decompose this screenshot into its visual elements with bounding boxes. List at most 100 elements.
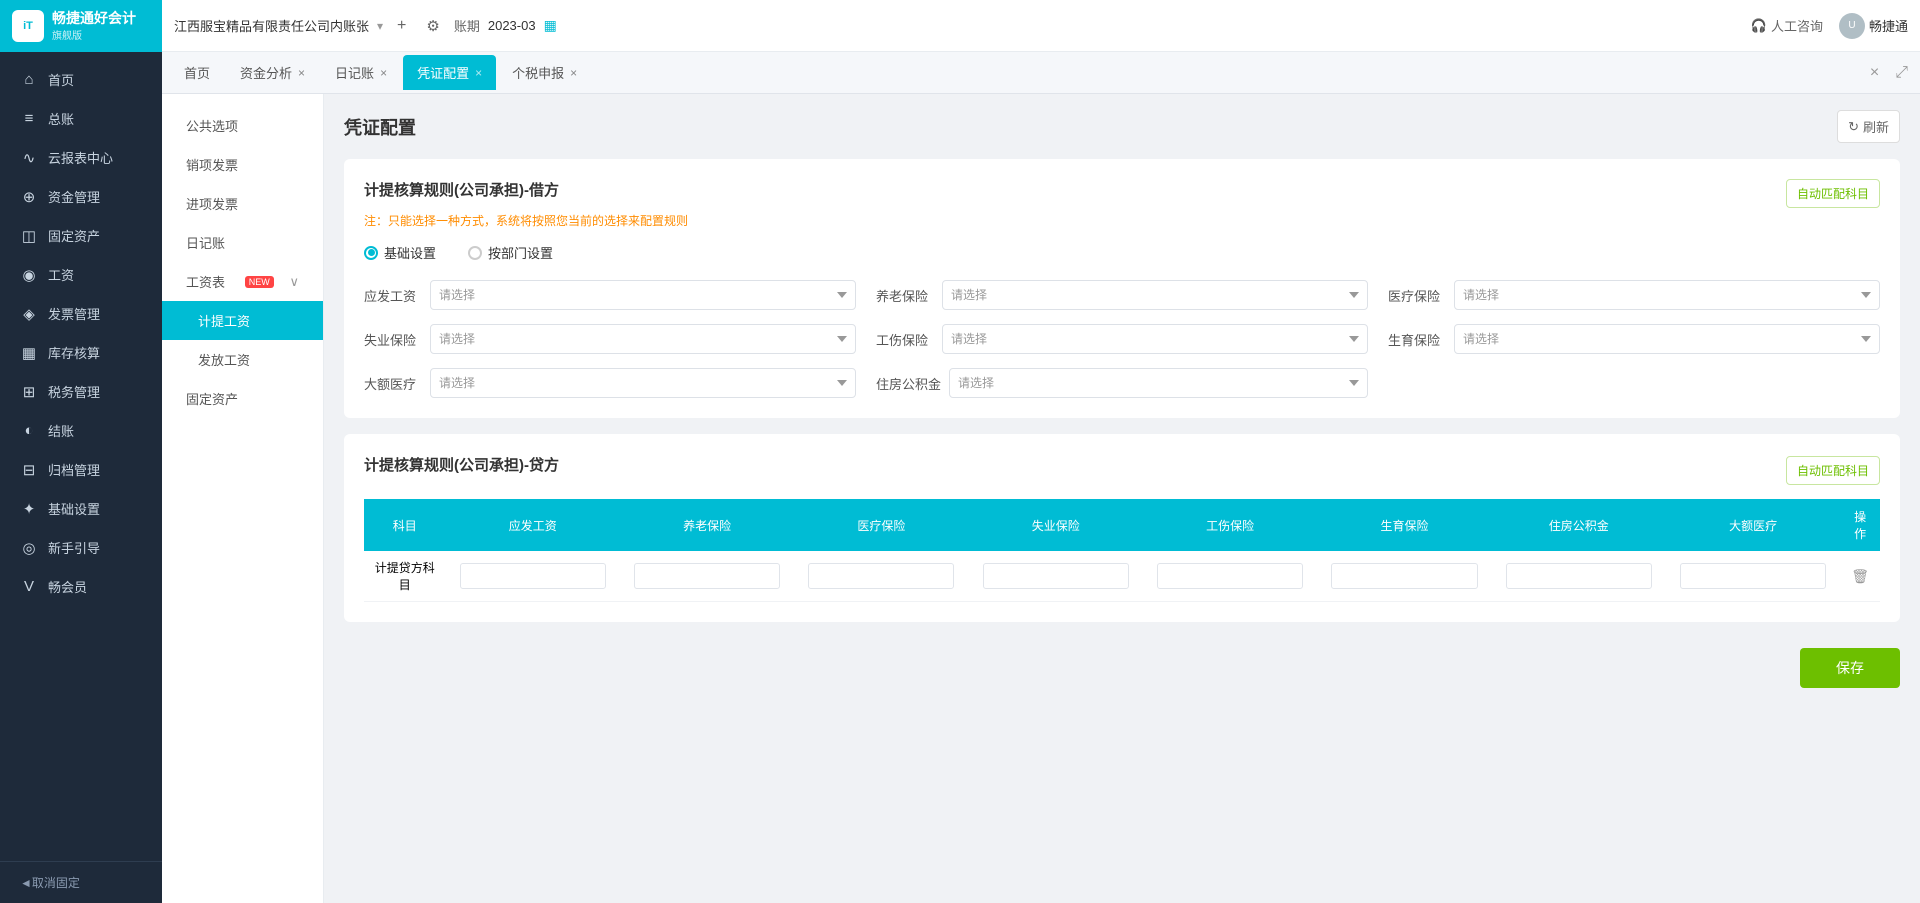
calendar-icon[interactable]: ▦	[544, 17, 557, 34]
label-yingfa: 应发工资	[364, 286, 422, 305]
tab-tax-report[interactable]: 个税申报 ×	[498, 55, 591, 90]
avatar: U	[1839, 13, 1865, 39]
sidebar-item-vip[interactable]: V 畅会员	[0, 567, 162, 606]
period-label: 账期	[454, 16, 480, 35]
form-row-daeyiliao: 大额医疗 请选择	[364, 368, 856, 398]
select-shengyu[interactable]: 请选择	[1454, 324, 1880, 354]
logo-icon: iT	[12, 10, 44, 42]
tab-journal[interactable]: 日记账 ×	[321, 55, 401, 90]
dropdown-arrow-icon[interactable]: ▾	[377, 19, 383, 33]
close-tab-button[interactable]: ×	[1866, 60, 1883, 86]
tax-icon: ⊞	[20, 383, 38, 401]
expand-tab-button[interactable]: ⤢	[1891, 60, 1912, 86]
add-tab-button[interactable]: +	[391, 13, 412, 39]
tab-close-icon[interactable]: ×	[380, 66, 387, 80]
chevron-down-icon: ∨	[289, 274, 299, 290]
home-icon: ⌂	[20, 71, 38, 88]
tab-close-icon[interactable]: ×	[298, 66, 305, 80]
input-row-yiliao[interactable]	[808, 563, 954, 589]
col-yingfa: 应发工资	[446, 499, 620, 551]
col-shengyu: 生育保险	[1317, 499, 1491, 551]
sidebar-item-cloud-reports[interactable]: ∿ 云报表中心	[0, 138, 162, 177]
select-yiliao[interactable]: 请选择	[1454, 280, 1880, 310]
col-zhufang: 住房公积金	[1492, 499, 1666, 551]
sidebar-item-label: 新手引导	[48, 538, 100, 557]
sidebar-item-fund-mgmt[interactable]: ⊕ 资金管理	[0, 177, 162, 216]
tab-home[interactable]: 首页	[170, 55, 224, 90]
tab-close-icon[interactable]: ×	[570, 66, 577, 80]
sidebar-item-label: 首页	[48, 70, 74, 89]
auto-match-credit-button[interactable]: 自动匹配科目	[1786, 456, 1880, 485]
menu-item-calculate-salary[interactable]: 计提工资	[162, 301, 323, 340]
select-shiye[interactable]: 请选择	[430, 324, 856, 354]
cell-yiliao	[794, 551, 968, 602]
sidebar-item-invoice-mgmt[interactable]: ◈ 发票管理	[0, 294, 162, 333]
select-yanglao[interactable]: 请选择	[942, 280, 1368, 310]
cancel-pin-button[interactable]: ◄取消固定	[0, 861, 162, 903]
tab-fund-analysis[interactable]: 资金分析 ×	[226, 55, 319, 90]
select-gongshang[interactable]: 请选择	[942, 324, 1368, 354]
sidebar-item-label: 归档管理	[48, 460, 100, 479]
menu-item-sales-invoice[interactable]: 销项发票	[162, 145, 323, 184]
radio-basic-settings[interactable]: 基础设置	[364, 243, 436, 262]
service-button[interactable]: 🎧 人工咨询	[1751, 16, 1823, 35]
label-daeyiliao: 大额医疗	[364, 374, 422, 393]
input-row-yanglao[interactable]	[634, 563, 780, 589]
refresh-button[interactable]: ↻ 刷新	[1837, 110, 1900, 143]
page-title: 凭证配置	[344, 114, 416, 140]
cell-action: 🗑	[1840, 551, 1880, 602]
input-row-yingfa[interactable]	[460, 563, 606, 589]
input-row-zhufang[interactable]	[1506, 563, 1652, 589]
tab-voucher-config[interactable]: 凭证配置 ×	[403, 55, 496, 90]
menu-item-fixed-assets[interactable]: 固定资产	[162, 379, 323, 418]
radio-group: 基础设置 按部门设置	[364, 243, 1880, 262]
table-header-row: 科目 应发工资 养老保险 医疗保险 失业保险 工伤保险 生育保险 住房公积金 大…	[364, 499, 1880, 551]
user-menu[interactable]: U 畅捷通	[1839, 13, 1908, 39]
tab-fund-analysis-label: 资金分析	[240, 63, 292, 82]
table-row: 计提贷方科目	[364, 551, 1880, 602]
radio-basic-icon	[364, 246, 378, 260]
settings-gear-icon[interactable]: ⚙	[420, 13, 445, 39]
sidebar-item-tax-mgmt[interactable]: ⊞ 税务管理	[0, 372, 162, 411]
auto-match-debit-button[interactable]: 自动匹配科目	[1786, 179, 1880, 208]
save-button[interactable]: 保存	[1800, 648, 1900, 688]
invoice-icon: ◈	[20, 305, 38, 323]
sidebar-item-archive[interactable]: ⊟ 归档管理	[0, 450, 162, 489]
sidebar-item-label: 云报表中心	[48, 148, 113, 167]
input-row-gongshang[interactable]	[1157, 563, 1303, 589]
input-row-shiye[interactable]	[983, 563, 1129, 589]
sidebar-item-ledger[interactable]: ≡ 总账	[0, 99, 162, 138]
cell-yanglao	[620, 551, 794, 602]
menu-item-journal[interactable]: 日记账	[162, 223, 323, 262]
select-yingfa[interactable]: 请选择	[430, 280, 856, 310]
company-name: 江西服宝精品有限责任公司内账张	[174, 16, 369, 35]
input-row-shengyu[interactable]	[1331, 563, 1477, 589]
input-row-daeyiliao[interactable]	[1680, 563, 1826, 589]
tab-tax-report-label: 个税申报	[512, 63, 564, 82]
sidebar-item-closing[interactable]: ◐ 结账	[0, 411, 162, 450]
form-row-gongshang: 工伤保险 请选择	[876, 324, 1368, 354]
menu-item-salary-sheet[interactable]: 工资表 NEW ∨	[162, 262, 323, 301]
guide-icon: ◎	[20, 539, 38, 557]
menu-item-pay-salary[interactable]: 发放工资	[162, 340, 323, 379]
select-daeyiliao[interactable]: 请选择	[430, 368, 856, 398]
tab-close-icon[interactable]: ×	[475, 66, 482, 80]
sidebar-item-home[interactable]: ⌂ 首页	[0, 60, 162, 99]
delete-row-button[interactable]: 🗑	[1851, 568, 1869, 584]
sidebar-item-basic-settings[interactable]: ✦ 基础设置	[0, 489, 162, 528]
menu-item-purchase-invoice[interactable]: 进项发票	[162, 184, 323, 223]
sidebar-item-salary[interactable]: ◉ 工资	[0, 255, 162, 294]
form-row-shengyu: 生育保险 请选择	[1388, 324, 1880, 354]
sidebar-item-new-guide[interactable]: ◎ 新手引导	[0, 528, 162, 567]
period-value[interactable]: 2023-03	[488, 18, 536, 33]
tabbar: 首页 资金分析 × 日记账 × 凭证配置 × 个税申报 × × ⤢	[162, 52, 1920, 94]
credit-rules-card: 计提核算规则(公司承担)-贷方 自动匹配科目 科目 应发工资 养老保险 医疗保险…	[344, 434, 1900, 622]
new-badge: NEW	[245, 276, 274, 288]
closing-icon: ◐	[20, 422, 38, 439]
radio-dept-settings[interactable]: 按部门设置	[468, 243, 553, 262]
select-zhufang[interactable]: 请选择	[949, 368, 1368, 398]
sidebar-item-inventory[interactable]: ▦ 库存核算	[0, 333, 162, 372]
form-row-yiliao: 医疗保险 请选择	[1388, 280, 1880, 310]
sidebar-item-fixed-assets[interactable]: ◫ 固定资产	[0, 216, 162, 255]
menu-item-public-options[interactable]: 公共选项	[162, 106, 323, 145]
